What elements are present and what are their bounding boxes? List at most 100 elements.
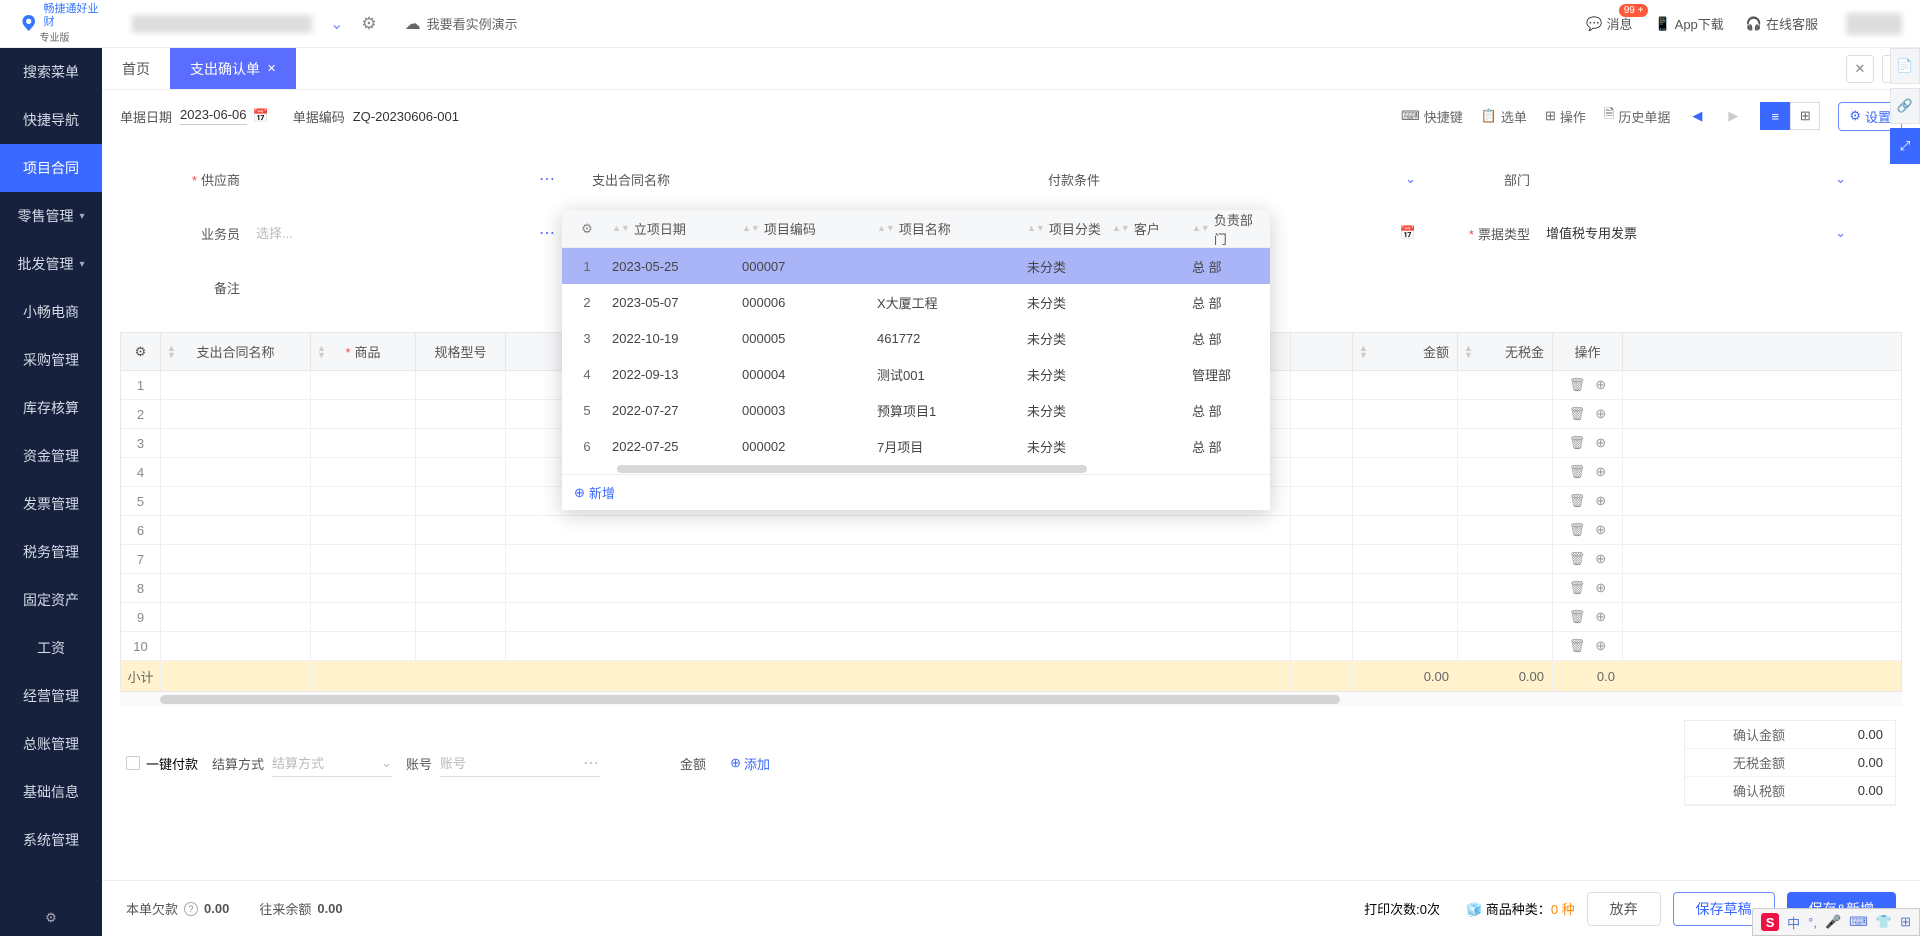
popup-scrollbar[interactable] xyxy=(562,464,1270,474)
row-copy-icon[interactable]: ⊕ xyxy=(1595,464,1606,480)
popup-row[interactable]: 12023-05-25000007未分类总 部 xyxy=(562,248,1270,284)
avatar[interactable] xyxy=(1846,13,1902,35)
table-row[interactable]: 6🗑⊕ xyxy=(121,516,1901,545)
popup-row[interactable]: 22023-05-07000006X大厦工程未分类总 部 xyxy=(562,284,1270,320)
table-row[interactable]: 10🗑⊕ xyxy=(121,632,1901,661)
popup-row[interactable]: 32022-10-19000005461772未分类总 部 xyxy=(562,320,1270,356)
contract-name-input[interactable] xyxy=(682,164,992,194)
view-list[interactable]: ≡ xyxy=(1760,102,1790,130)
rail-btn-2[interactable]: 🔗 xyxy=(1890,88,1920,124)
sidebar-item-12[interactable]: 工资 xyxy=(0,624,102,672)
sidebar-item-0[interactable]: 搜索菜单 xyxy=(0,48,102,96)
sidebar-item-8[interactable]: 资金管理 xyxy=(0,432,102,480)
operation-link[interactable]: ⊞ 操作 xyxy=(1545,107,1586,126)
gear-icon[interactable]: ⚙ xyxy=(361,14,376,34)
discard-button[interactable]: 放弃 xyxy=(1587,892,1661,926)
tab-close-icon[interactable]: ✕ xyxy=(267,62,276,75)
sidebar-item-13[interactable]: 经营管理 xyxy=(0,672,102,720)
demo-link[interactable]: ☁ 我要看实例演示 xyxy=(405,14,518,34)
supplier-picker-icon[interactable]: ⋯ xyxy=(533,169,562,189)
ime-tool-icon[interactable]: ⊞ xyxy=(1900,914,1911,930)
view-card[interactable]: ⊞ xyxy=(1790,102,1820,130)
tab-close-all[interactable]: ✕ xyxy=(1846,55,1874,83)
popup-row[interactable]: 52022-07-27000003预算项目1未分类总 部 xyxy=(562,392,1270,428)
invoice-type-input[interactable]: 增值税专用发票 xyxy=(1542,218,1829,248)
shortcut-link[interactable]: ⌨ 快捷键 xyxy=(1401,107,1463,126)
row-delete-icon[interactable]: 🗑 xyxy=(1569,493,1586,509)
row-delete-icon[interactable]: 🗑 xyxy=(1569,551,1586,567)
messages-link[interactable]: 💬 消息 99 + xyxy=(1586,14,1632,33)
popup-gear-icon[interactable]: ⚙ xyxy=(562,221,612,237)
row-copy-icon[interactable]: ⊕ xyxy=(1595,638,1606,654)
table-row[interactable]: 7🗑⊕ xyxy=(121,545,1901,574)
row-copy-icon[interactable]: ⊕ xyxy=(1595,406,1606,422)
row-delete-icon[interactable]: 🗑 xyxy=(1569,464,1586,480)
row-copy-icon[interactable]: ⊕ xyxy=(1595,522,1606,538)
row-delete-icon[interactable]: 🗑 xyxy=(1569,638,1586,654)
sidebar-item-4[interactable]: 批发管理▾ xyxy=(0,240,102,288)
row-delete-icon[interactable]: 🗑 xyxy=(1569,377,1586,393)
account-select[interactable]: 账号⋯ xyxy=(440,749,600,777)
support-link[interactable]: 🎧 在线客服 xyxy=(1746,14,1818,33)
doc-date-value[interactable]: 2023-06-06 xyxy=(180,107,247,125)
rail-btn-3[interactable]: ⤢ xyxy=(1890,128,1920,164)
due-date-calendar-icon[interactable]: 📅 xyxy=(1394,225,1422,241)
sidebar-item-14[interactable]: 总账管理 xyxy=(0,720,102,768)
table-row[interactable]: 9🗑⊕ xyxy=(121,603,1901,632)
sidebar-item-7[interactable]: 库存核算 xyxy=(0,384,102,432)
row-copy-icon[interactable]: ⊕ xyxy=(1595,580,1606,596)
ime-lang[interactable]: 中 xyxy=(1787,913,1800,932)
dept-input[interactable] xyxy=(1542,164,1829,194)
invoice-chevron-icon[interactable]: ⌄ xyxy=(1829,225,1852,241)
pay-terms-chevron-icon[interactable]: ⌄ xyxy=(1399,171,1422,187)
row-copy-icon[interactable]: ⊕ xyxy=(1595,435,1606,451)
operator-picker-icon[interactable]: ⋯ xyxy=(533,223,562,243)
ime-keyboard-icon[interactable]: ⌨ xyxy=(1849,914,1868,930)
operator-input[interactable]: 选择... xyxy=(252,218,533,248)
popup-row[interactable]: 42022-09-13000004测试001未分类管理部 xyxy=(562,356,1270,392)
ime-mic-icon[interactable]: 🎤 xyxy=(1825,914,1841,930)
history-prev[interactable]: ◀ xyxy=(1688,108,1706,124)
sidebar-item-9[interactable]: 发票管理 xyxy=(0,480,102,528)
calendar-icon[interactable]: 📅 xyxy=(253,108,269,124)
sidebar-item-5[interactable]: 小畅电商 xyxy=(0,288,102,336)
one-click-checkbox[interactable] xyxy=(126,756,140,770)
sidebar-settings[interactable]: ⚙ xyxy=(0,900,102,936)
row-delete-icon[interactable]: 🗑 xyxy=(1569,435,1586,451)
sidebar-item-6[interactable]: 采购管理 xyxy=(0,336,102,384)
sidebar-item-1[interactable]: 快捷导航 xyxy=(0,96,102,144)
pay-method-select[interactable]: 结算方式⌄ xyxy=(272,749,392,777)
sidebar-item-15[interactable]: 基础信息 xyxy=(0,768,102,816)
row-delete-icon[interactable]: 🗑 xyxy=(1569,609,1586,625)
add-payment-link[interactable]: ⊕ 添加 xyxy=(730,754,770,773)
history-link[interactable]: 🗎 历史单据 xyxy=(1604,105,1670,127)
tab-1[interactable]: 支出确认单✕ xyxy=(170,48,296,89)
popup-row[interactable]: 62022-07-250000027月项目未分类总 部 xyxy=(562,428,1270,464)
grid-scrollbar[interactable] xyxy=(120,692,1902,706)
row-copy-icon[interactable]: ⊕ xyxy=(1595,551,1606,567)
table-row[interactable]: 8🗑⊕ xyxy=(121,574,1901,603)
select-doc-link[interactable]: 📋 选单 xyxy=(1481,107,1527,126)
row-delete-icon[interactable]: 🗑 xyxy=(1569,406,1586,422)
supplier-input[interactable] xyxy=(252,164,533,194)
sidebar-item-10[interactable]: 税务管理 xyxy=(0,528,102,576)
row-copy-icon[interactable]: ⊕ xyxy=(1595,609,1606,625)
sidebar-item-2[interactable]: 项目合同 xyxy=(0,144,102,192)
grid-gear-col[interactable]: ⚙ xyxy=(121,333,161,370)
sidebar-item-3[interactable]: 零售管理▾ xyxy=(0,192,102,240)
sidebar-item-11[interactable]: 固定资产 xyxy=(0,576,102,624)
ime-punct[interactable]: °, xyxy=(1808,915,1817,930)
pay-terms-input[interactable] xyxy=(1112,164,1399,194)
row-delete-icon[interactable]: 🗑 xyxy=(1569,522,1586,538)
tab-0[interactable]: 首页 xyxy=(102,48,170,89)
app-download-link[interactable]: 📱 App下载 xyxy=(1654,14,1723,33)
history-next[interactable]: ▶ xyxy=(1724,108,1742,124)
rail-btn-1[interactable]: 📄 xyxy=(1890,48,1920,84)
sidebar-item-16[interactable]: 系统管理 xyxy=(0,816,102,864)
row-copy-icon[interactable]: ⊕ xyxy=(1595,377,1606,393)
help-icon[interactable]: ? xyxy=(184,902,198,916)
ime-s-icon[interactable]: S xyxy=(1761,913,1779,931)
row-copy-icon[interactable]: ⊕ xyxy=(1595,493,1606,509)
company-switcher[interactable]: ⌄ xyxy=(132,14,343,34)
row-delete-icon[interactable]: 🗑 xyxy=(1569,580,1586,596)
